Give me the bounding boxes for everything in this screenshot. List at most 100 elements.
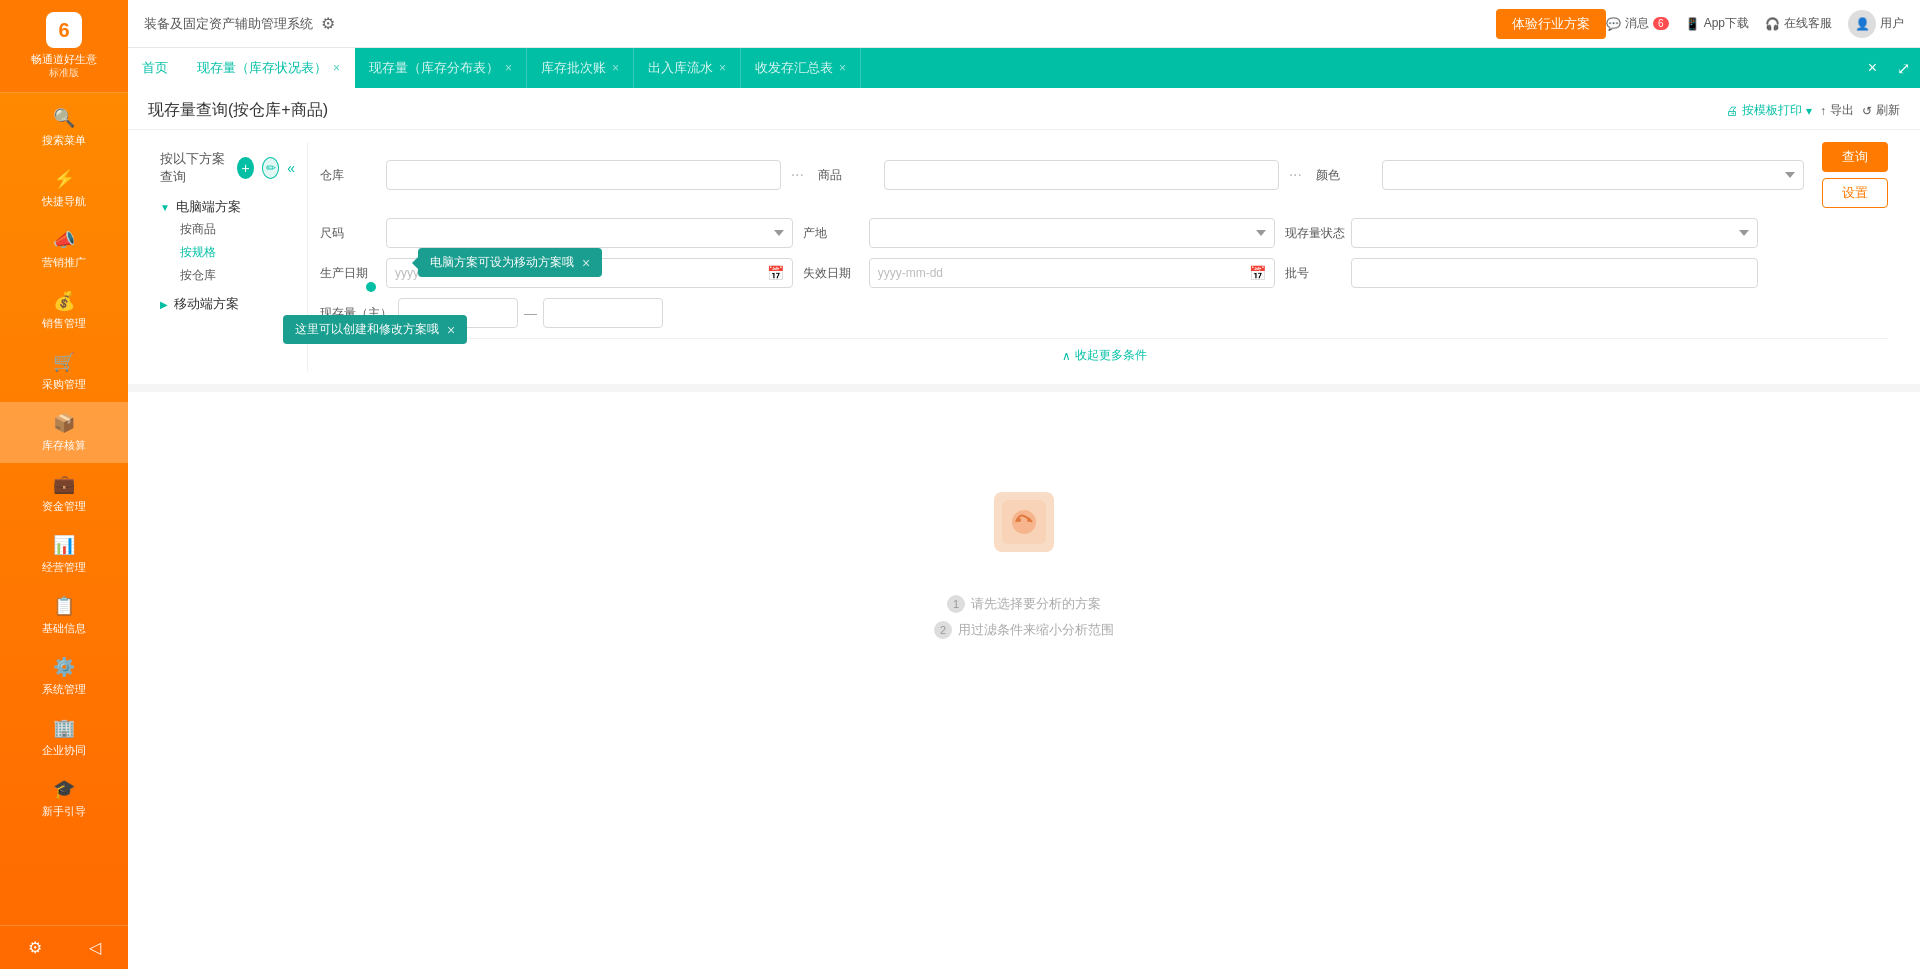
header-gear-icon[interactable]: ⚙ <box>321 14 335 33</box>
filter-area: 按以下方案查询 + ✏ « ▼ 电脑端方案 按商品 按 <box>128 130 1920 384</box>
warehouse-dots[interactable]: ··· <box>787 166 808 184</box>
scheme-item-by-warehouse[interactable]: 按仓库 <box>160 264 295 287</box>
tab-close-inout[interactable]: × <box>719 61 726 75</box>
user-avatar: 👤 <box>1848 10 1876 38</box>
export-button[interactable]: ↑ 导出 <box>1820 102 1854 119</box>
sidebar-item-basic-info[interactable]: 📋 基础信息 <box>0 585 128 646</box>
reset-button[interactable]: 设置 <box>1822 178 1888 208</box>
warehouse-input[interactable] <box>386 160 781 190</box>
sidebar-label-enterprise: 企业协同 <box>42 743 86 758</box>
tab-close-inventory-status[interactable]: × <box>333 61 340 75</box>
scheme-item-by-product[interactable]: 按商品 <box>160 218 295 241</box>
svg-point-3 <box>1017 518 1021 522</box>
sidebar-label-system: 系统管理 <box>42 682 86 697</box>
color-cell: 颜色 <box>1316 160 1804 190</box>
tab-home-label: 首页 <box>142 59 168 77</box>
sidebar-item-search-menu[interactable]: 🔍 搜索菜单 <box>0 97 128 158</box>
desktop-scheme-header[interactable]: ▼ 电脑端方案 <box>160 196 295 218</box>
tab-close-batch[interactable]: × <box>612 61 619 75</box>
sidebar-item-quick-nav[interactable]: ⚡ 快捷导航 <box>0 158 128 219</box>
logo-title: 畅通道好生意 <box>31 52 97 66</box>
operations-icon: 📊 <box>53 534 75 556</box>
sidebar-item-purchase[interactable]: 🛒 采购管理 <box>0 341 128 402</box>
sidebar-nav: 🔍 搜索菜单 ⚡ 快捷导航 📣 营销推广 💰 销售管理 🛒 采购管理 📦 库存核… <box>0 93 128 925</box>
tab-inout-flow[interactable]: 出入库流水 × <box>634 48 741 88</box>
sidebar-label-inventory: 库存核算 <box>42 438 86 453</box>
online-support-item[interactable]: 🎧 在线客服 <box>1765 15 1832 32</box>
finance-icon: 💼 <box>53 473 75 495</box>
system-icon: ⚙️ <box>53 656 75 678</box>
tab-close-inventory-dist[interactable]: × <box>505 61 512 75</box>
sidebar-item-operations[interactable]: 📊 经营管理 <box>0 524 128 585</box>
tab-close-receive[interactable]: × <box>839 61 846 75</box>
close-all-tabs-button[interactable]: × <box>1858 48 1887 88</box>
sidebar-item-sales[interactable]: 💰 销售管理 <box>0 280 128 341</box>
expiry-date-input[interactable]: yyyy-mm-dd 📅 <box>869 258 1276 288</box>
tooltip1-close-button[interactable]: × <box>582 255 590 271</box>
sidebar-item-guide[interactable]: 🎓 新手引导 <box>0 768 128 829</box>
page-content: 现存量查询(按仓库+商品) 🖨 按模板打印 ▾ ↑ 导出 ↺ 刷新 <box>128 88 1920 969</box>
sidebar-logo: 6 畅通道好生意 标准版 <box>0 0 128 93</box>
maximize-button[interactable]: ⤢ <box>1887 48 1920 88</box>
tab-batch-ledger[interactable]: 库存批次账 × <box>527 48 634 88</box>
message-item[interactable]: 💬 消息 6 <box>1606 15 1669 32</box>
system-name-text: 装备及固定资产辅助管理系统 <box>144 15 313 33</box>
color-select[interactable] <box>1382 160 1804 190</box>
tab-home[interactable]: 首页 <box>128 48 183 88</box>
collapse-row: ∧ 收起更多条件 <box>320 338 1888 372</box>
filter-row-4: 现存量（主） — <box>320 298 1888 328</box>
empty-hint-2-text: 用过滤条件来缩小分析范围 <box>958 621 1114 639</box>
collapse-button[interactable]: ∧ 收起更多条件 <box>1062 347 1147 364</box>
support-icon: 🎧 <box>1765 17 1780 31</box>
origin-cell: 产地 <box>803 218 1276 248</box>
collapse-sidebar-icon[interactable]: ◁ <box>85 934 105 961</box>
stock-status-select[interactable] <box>1351 218 1758 248</box>
settings-bottom-icon[interactable]: ⚙ <box>24 934 46 961</box>
product-label: 商品 <box>818 167 878 184</box>
user-item[interactable]: 👤 用户 <box>1848 10 1904 38</box>
calendar-icon-1: 📅 <box>767 265 784 281</box>
search-button[interactable]: 查询 <box>1822 142 1888 172</box>
expiry-date-label: 失效日期 <box>803 265 863 282</box>
tab-inventory-dist[interactable]: 现存量（库存分布表） × <box>355 48 527 88</box>
sidebar-item-enterprise[interactable]: 🏢 企业协同 <box>0 707 128 768</box>
expiry-date-placeholder: yyyy-mm-dd <box>878 266 943 280</box>
size-cell: 尺码 <box>320 218 793 248</box>
sidebar-label-finance: 资金管理 <box>42 499 86 514</box>
filter-row-1: 仓库 ··· 商品 ··· 颜色 <box>320 142 1888 208</box>
industry-plan-button[interactable]: 体验行业方案 <box>1496 9 1606 39</box>
sidebar-label-sales: 销售管理 <box>42 316 86 331</box>
product-input[interactable] <box>884 160 1279 190</box>
refresh-button[interactable]: ↺ 刷新 <box>1862 102 1900 119</box>
sidebar-label-guide: 新手引导 <box>42 804 86 819</box>
sidebar-item-inventory[interactable]: 📦 库存核算 <box>0 402 128 463</box>
scheme-item-by-spec[interactable]: 按规格 <box>160 241 295 264</box>
sidebar-item-system[interactable]: ⚙️ 系统管理 <box>0 646 128 707</box>
sidebar-item-marketing[interactable]: 📣 营销推广 <box>0 219 128 280</box>
scheme-arrow-button[interactable]: « <box>287 160 295 176</box>
refresh-icon: ↺ <box>1862 104 1872 118</box>
printer-icon: 🖨 <box>1726 104 1738 118</box>
template-print-button[interactable]: 🖨 按模板打印 ▾ <box>1726 102 1812 119</box>
sidebar-label-marketing: 营销推广 <box>42 255 86 270</box>
tab-receive-send[interactable]: 收发存汇总表 × <box>741 48 861 88</box>
batch-input[interactable] <box>1351 258 1758 288</box>
warehouse-cell: 仓库 ··· <box>320 160 808 190</box>
origin-select[interactable] <box>869 218 1276 248</box>
add-scheme-button[interactable]: + <box>237 157 254 179</box>
export-label: 导出 <box>1830 102 1854 119</box>
tooltip2-close-button[interactable]: × <box>447 322 455 338</box>
tab-inout-flow-label: 出入库流水 <box>648 59 713 77</box>
empty-hint-1: 1 请先选择要分析的方案 <box>947 595 1101 613</box>
production-date-label: 生产日期 <box>320 265 380 282</box>
app-download-item[interactable]: 📱 App下载 <box>1685 15 1749 32</box>
empty-hint-2: 2 用过滤条件来缩小分析范围 <box>934 621 1114 639</box>
size-select[interactable] <box>386 218 793 248</box>
edit-scheme-button[interactable]: ✏ <box>262 157 279 179</box>
message-icon: 💬 <box>1606 17 1621 31</box>
mobile-scheme-header[interactable]: ▶ 移动端方案 <box>160 293 295 315</box>
stock-max-input[interactable] <box>543 298 663 328</box>
tab-inventory-status[interactable]: 现存量（库存状况表） × <box>183 48 355 88</box>
product-dots[interactable]: ··· <box>1285 166 1306 184</box>
sidebar-item-finance[interactable]: 💼 资金管理 <box>0 463 128 524</box>
